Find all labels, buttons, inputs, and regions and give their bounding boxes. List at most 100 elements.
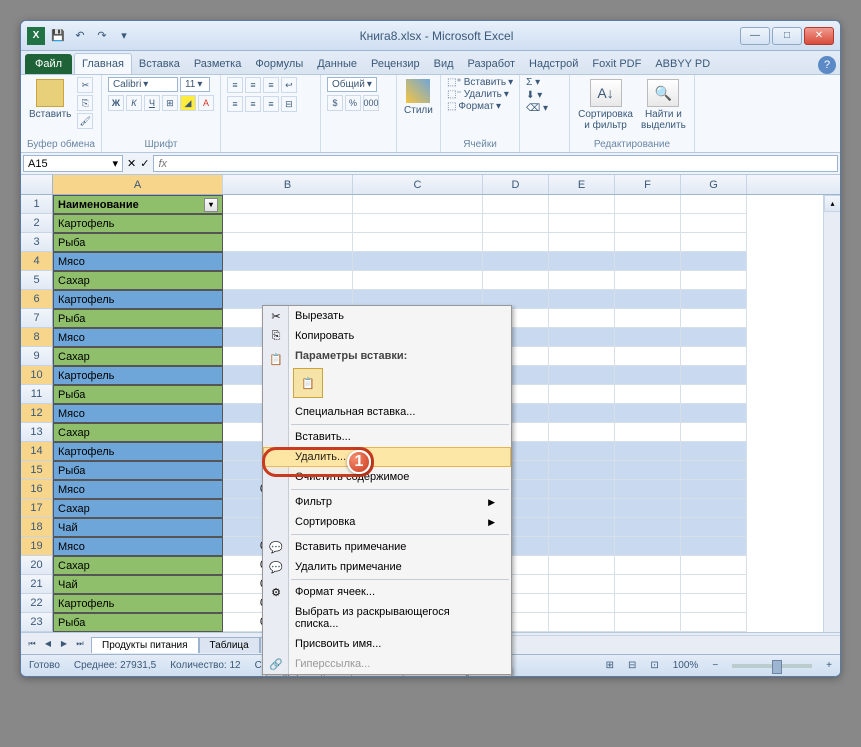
save-button[interactable]: 💾 [49, 27, 67, 45]
row-5[interactable]: 5Сахар [21, 271, 840, 290]
view-normal-icon[interactable]: ⊞ [606, 660, 614, 671]
zoom-slider[interactable] [732, 664, 812, 668]
cell[interactable] [615, 461, 681, 480]
cell[interactable] [615, 480, 681, 499]
sheet-nav-next[interactable]: ▶ [57, 637, 71, 651]
enter-formula-icon[interactable]: ✓ [138, 153, 151, 174]
align-left[interactable]: ≡ [227, 96, 243, 112]
cell[interactable] [223, 214, 353, 233]
cell[interactable] [681, 556, 747, 575]
cm-delete-comment[interactable]: 💬Удалить примечание [263, 557, 511, 577]
align-middle[interactable]: ≡ [245, 77, 261, 93]
merge-cells[interactable]: ⊟ [281, 96, 297, 112]
cell[interactable] [681, 290, 747, 309]
row-header[interactable]: 17 [21, 499, 53, 518]
cell[interactable]: Рыба [53, 233, 223, 252]
cell[interactable] [615, 347, 681, 366]
tab-formulas[interactable]: Формулы [248, 54, 310, 74]
cell[interactable] [549, 423, 615, 442]
row-header[interactable]: 6 [21, 290, 53, 309]
row-header[interactable]: 9 [21, 347, 53, 366]
cell[interactable] [615, 195, 681, 214]
sheet-nav-prev[interactable]: ◀ [41, 637, 55, 651]
row-header[interactable]: 2 [21, 214, 53, 233]
cell[interactable]: Картофель [53, 290, 223, 309]
cell[interactable] [549, 290, 615, 309]
cell[interactable] [681, 442, 747, 461]
cell[interactable] [549, 518, 615, 537]
cell[interactable]: Картофель [53, 442, 223, 461]
help-button[interactable]: ? [818, 56, 836, 74]
cell[interactable] [223, 271, 353, 290]
cell[interactable] [549, 594, 615, 613]
cell[interactable] [615, 385, 681, 404]
zoom-out-button[interactable]: − [712, 660, 718, 671]
align-bottom[interactable]: ≡ [263, 77, 279, 93]
tab-data[interactable]: Данные [310, 54, 364, 74]
italic-button[interactable]: К [126, 95, 142, 111]
cell[interactable]: Сахар [53, 347, 223, 366]
cell[interactable] [549, 309, 615, 328]
format-painter-icon[interactable]: 🖌 [77, 113, 93, 129]
cell[interactable] [681, 328, 747, 347]
minimize-button[interactable]: — [740, 27, 770, 45]
cell[interactable] [681, 195, 747, 214]
row-header[interactable]: 22 [21, 594, 53, 613]
cell[interactable] [681, 575, 747, 594]
tab-file[interactable]: Файл [25, 54, 72, 74]
cell[interactable]: Чай [53, 518, 223, 537]
maximize-button[interactable]: □ [772, 27, 802, 45]
cell[interactable] [549, 556, 615, 575]
cm-insert-comment[interactable]: 💬Вставить примечание [263, 537, 511, 557]
cancel-formula-icon[interactable]: ✕ [125, 153, 138, 174]
row-header[interactable]: 15 [21, 461, 53, 480]
cell[interactable]: Сахар [53, 271, 223, 290]
cell[interactable] [223, 195, 353, 214]
row-header[interactable]: 18 [21, 518, 53, 537]
tab-layout[interactable]: Разметка [187, 54, 249, 74]
number-format-combo[interactable]: Общий▾ [327, 77, 377, 92]
font-size-combo[interactable]: 11▾ [180, 77, 210, 92]
view-layout-icon[interactable]: ⊟ [628, 660, 636, 671]
fill-color-button[interactable]: ◢ [180, 95, 196, 111]
cell[interactable]: Картофель [53, 366, 223, 385]
cell[interactable] [681, 385, 747, 404]
tab-home[interactable]: Главная [74, 53, 132, 74]
align-center[interactable]: ≡ [245, 96, 261, 112]
cell[interactable] [549, 366, 615, 385]
cell[interactable]: Рыба [53, 309, 223, 328]
cell[interactable] [549, 271, 615, 290]
find-select-button[interactable]: 🔍 Найти и выделить [639, 77, 688, 133]
row-header[interactable]: 3 [21, 233, 53, 252]
cell[interactable] [549, 347, 615, 366]
cell[interactable] [549, 480, 615, 499]
cell[interactable] [681, 347, 747, 366]
cell[interactable] [681, 271, 747, 290]
cell[interactable] [549, 233, 615, 252]
cell[interactable] [681, 594, 747, 613]
cm-hyperlink[interactable]: 🔗Гиперссылка... [263, 654, 511, 674]
cell[interactable] [549, 499, 615, 518]
cell[interactable] [681, 461, 747, 480]
row-header[interactable]: 7 [21, 309, 53, 328]
cell[interactable] [615, 575, 681, 594]
cell[interactable] [681, 252, 747, 271]
select-all-corner[interactable] [21, 175, 53, 194]
cell[interactable] [681, 499, 747, 518]
wrap-text[interactable]: ↩ [281, 77, 297, 93]
cell[interactable] [549, 252, 615, 271]
fill-button[interactable]: ⬇ ▾ [526, 90, 563, 101]
cell[interactable]: Мясо [53, 252, 223, 271]
cell[interactable] [353, 252, 483, 271]
cell[interactable] [549, 613, 615, 632]
zoom-in-button[interactable]: + [826, 660, 832, 671]
cm-filter[interactable]: Фильтр▶ [263, 492, 511, 512]
cell[interactable] [615, 233, 681, 252]
cm-paste-special[interactable]: Специальная вставка... [263, 402, 511, 422]
cell[interactable]: Рыба [53, 461, 223, 480]
row-header[interactable]: 16 [21, 480, 53, 499]
cell[interactable] [615, 214, 681, 233]
font-color-button[interactable]: A [198, 95, 214, 111]
font-combo[interactable]: Calibri▾ [108, 77, 178, 92]
row-header[interactable]: 8 [21, 328, 53, 347]
